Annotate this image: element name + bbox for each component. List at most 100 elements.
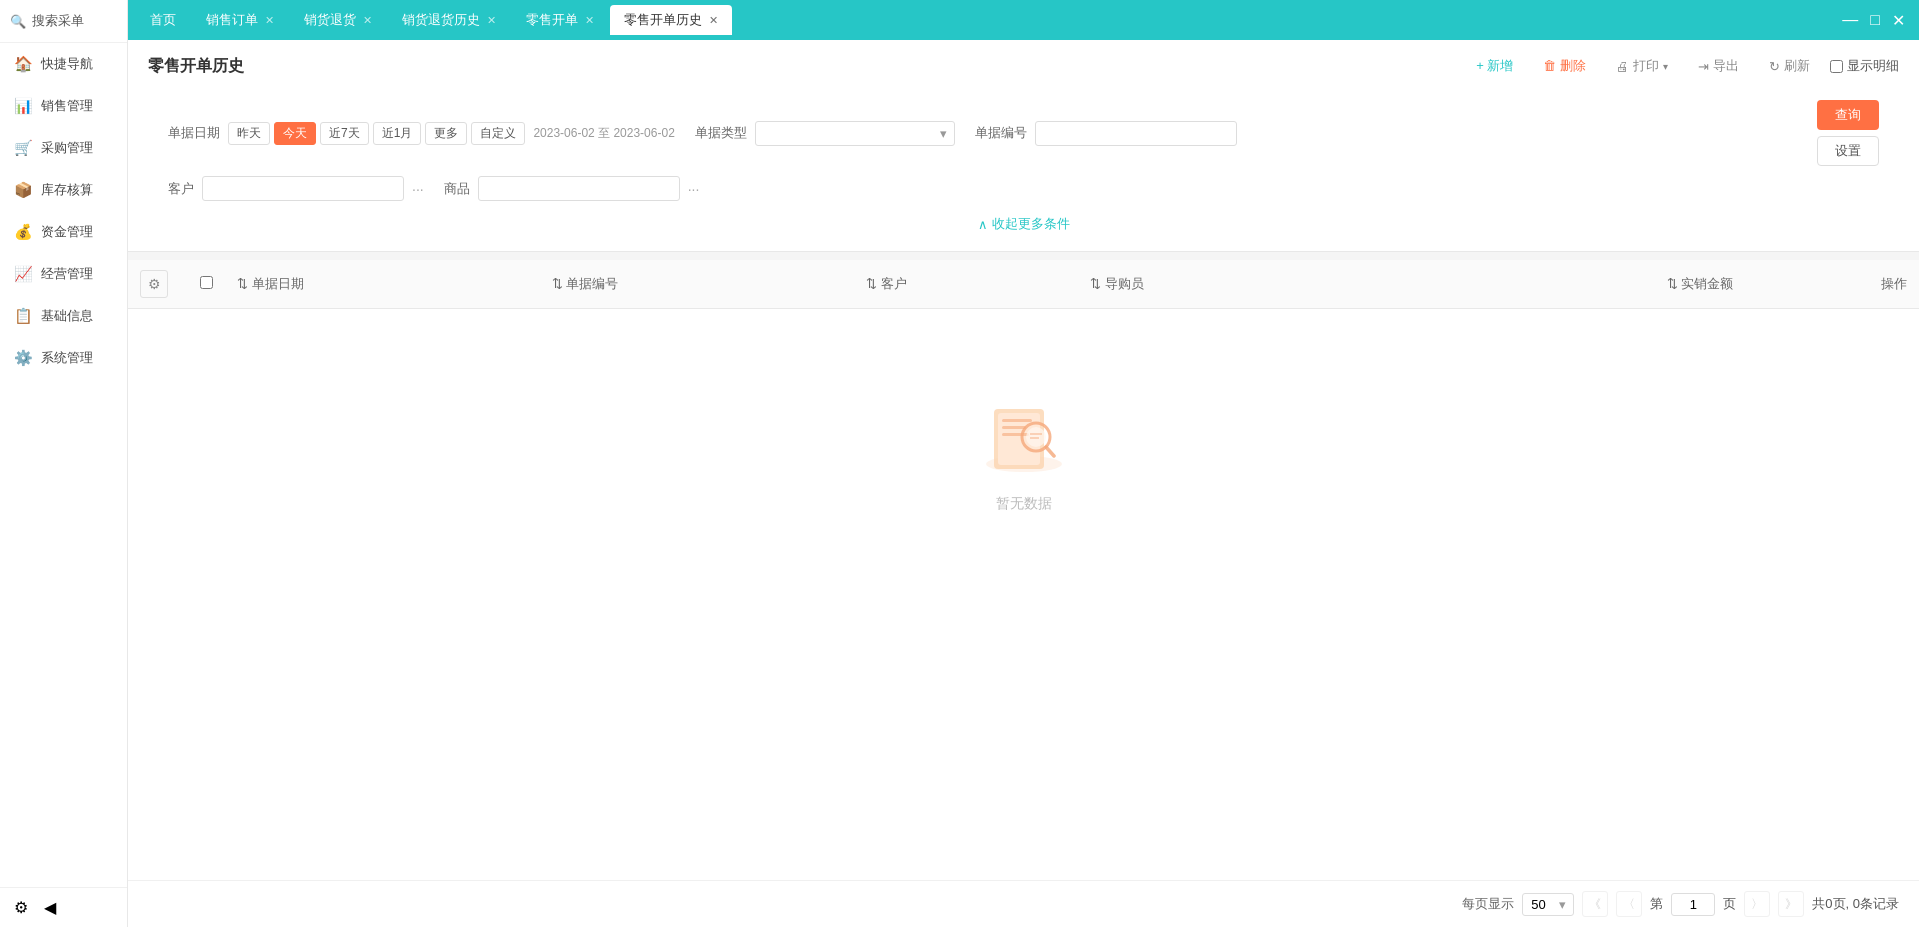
print-icon: 🖨: [1616, 59, 1629, 74]
customer-input[interactable]: [202, 176, 404, 201]
tab-label-retail-open: 零售开单: [526, 11, 578, 29]
sidebar-label-operations: 经营管理: [41, 265, 93, 283]
order-no-filter: 单据编号: [975, 121, 1237, 146]
close-button[interactable]: ✕: [1892, 11, 1905, 30]
table-settings-icon[interactable]: ⚙: [140, 270, 168, 298]
tab-close-sales-return-history[interactable]: ✕: [487, 14, 496, 27]
print-button[interactable]: 🖨 打印 ▾: [1606, 52, 1678, 80]
tab-sales-return[interactable]: 销货退货 ✕: [290, 5, 386, 35]
date-label: 单据日期: [168, 124, 220, 142]
th-no-label: ⇅ 单据编号: [552, 276, 619, 291]
tab-sales-order[interactable]: 销售订单✕: [192, 5, 288, 35]
tab-label-sales-return-history: 销货退货历史: [402, 11, 480, 29]
filters-panel: 单据日期 昨天 今天 近7天 近1月 更多 自定义 2023-06-02 至 2…: [148, 90, 1899, 251]
table-area: ⚙ ⇅ 单据日期 ⇅ 单据编号 ⇅ 客户: [128, 260, 1919, 880]
th-date-label: ⇅ 单据日期: [237, 276, 304, 291]
tab-close-retail-open[interactable]: ✕: [585, 14, 594, 27]
show-detail-checkbox[interactable]: [1830, 60, 1843, 73]
data-table: ⚙ ⇅ 单据日期 ⇅ 单据编号 ⇅ 客户: [128, 260, 1919, 309]
print-dropdown-icon: ▾: [1663, 61, 1668, 72]
sidebar-item-operations[interactable]: 📈 经营管理: [0, 253, 127, 295]
export-label: 导出: [1713, 57, 1739, 75]
goods-input[interactable]: [478, 176, 680, 201]
th-ops: 操作: [1745, 260, 1919, 309]
query-button[interactable]: 查询: [1817, 100, 1879, 130]
collapse-sidebar-icon[interactable]: ◀: [44, 898, 56, 917]
sidebar-item-basic-info[interactable]: 📋 基础信息: [0, 295, 127, 337]
order-type-select-wrapper: [755, 121, 955, 146]
page-label-before: 第: [1650, 895, 1663, 913]
print-label: 打印: [1633, 57, 1659, 75]
tab-close-retail-open-history[interactable]: ✕: [709, 14, 718, 27]
empty-state: 暂无数据: [128, 309, 1919, 593]
date-btn-today[interactable]: 今天: [274, 122, 316, 145]
sidebar-item-sales-mgmt[interactable]: 📊 销售管理: [0, 85, 127, 127]
date-btn-more[interactable]: 更多: [425, 122, 467, 145]
delete-button[interactable]: 🗑 删除: [1533, 52, 1596, 80]
show-detail-toggle[interactable]: 显示明细: [1830, 57, 1899, 75]
date-btn-last-month[interactable]: 近1月: [373, 122, 422, 145]
page-size-select[interactable]: 10 20 50 100: [1522, 893, 1574, 916]
tab-bar: 首页销售订单✕销货退货✕销货退货历史✕零售开单✕零售开单历史✕ — □ ✕: [128, 0, 1919, 40]
sidebar-label-inventory: 库存核算: [41, 181, 93, 199]
main-content: 首页销售订单✕销货退货✕销货退货历史✕零售开单✕零售开单历史✕ — □ ✕ 零售…: [128, 0, 1919, 927]
minimize-button[interactable]: —: [1842, 11, 1858, 29]
current-page-input[interactable]: [1671, 893, 1715, 916]
th-select-all-checkbox: [188, 260, 225, 309]
sidebar-item-inventory[interactable]: 📦 库存核算: [0, 169, 127, 211]
sidebar-label-finance: 资金管理: [41, 223, 93, 241]
sidebar-item-sys-mgmt[interactable]: ⚙️ 系统管理: [0, 337, 127, 379]
tab-close-sales-order[interactable]: ✕: [265, 14, 274, 27]
search-icon: 🔍: [10, 14, 26, 29]
svg-point-7: [1026, 427, 1046, 447]
date-btn-custom[interactable]: 自定义: [471, 122, 525, 145]
date-btn-yesterday[interactable]: 昨天: [228, 122, 270, 145]
order-no-input[interactable]: [1035, 121, 1237, 146]
th-ops-label: 操作: [1881, 276, 1907, 291]
total-info: 共0页, 0条记录: [1812, 895, 1899, 913]
settings-icon[interactable]: ⚙: [14, 898, 28, 917]
tab-close-sales-return[interactable]: ✕: [363, 14, 372, 27]
customer-filter: 客户 ···: [168, 176, 424, 201]
toolbar: + 新增 🗑 删除 🖨 打印 ▾ ⇥ 导出 ↻ 刷新: [1466, 52, 1899, 80]
goods-ellipsis-btn[interactable]: ···: [688, 181, 700, 197]
th-amount-label: ⇅ 实销金额: [1667, 276, 1734, 291]
refresh-label: 刷新: [1784, 57, 1810, 75]
maximize-button[interactable]: □: [1870, 11, 1880, 29]
sidebar-icon-sys-mgmt: ⚙️: [14, 349, 33, 367]
svg-rect-5: [1002, 433, 1029, 436]
sidebar-item-finance[interactable]: 💰 资金管理: [0, 211, 127, 253]
tab-label-home: 首页: [150, 11, 176, 29]
add-button[interactable]: + 新增: [1466, 52, 1523, 80]
order-type-label: 单据类型: [695, 124, 747, 142]
order-no-label: 单据编号: [975, 124, 1027, 142]
sidebar: 🔍 搜索采单 🏠 快捷导航 📊 销售管理 🛒 采购管理 📦 库存核算 💰 资金管…: [0, 0, 128, 927]
first-page-button[interactable]: 《: [1582, 891, 1608, 917]
filter-settings-button[interactable]: 设置: [1817, 136, 1879, 166]
prev-page-button[interactable]: 〈: [1616, 891, 1642, 917]
tab-label-sales-return: 销货退货: [304, 11, 356, 29]
date-btn-last7[interactable]: 近7天: [320, 122, 369, 145]
select-all-checkbox[interactable]: [200, 276, 213, 289]
next-page-button[interactable]: 〉: [1744, 891, 1770, 917]
th-date: ⇅ 单据日期: [225, 260, 540, 309]
query-settings-col: 查询 设置: [1817, 100, 1879, 166]
tab-retail-open[interactable]: 零售开单 ✕: [512, 5, 608, 35]
sidebar-item-purchase-mgmt[interactable]: 🛒 采购管理: [0, 127, 127, 169]
tab-home[interactable]: 首页: [136, 5, 190, 35]
date-filter: 单据日期 昨天 今天 近7天 近1月 更多 自定义 2023-06-02 至 2…: [168, 122, 675, 145]
tab-retail-open-history[interactable]: 零售开单历史✕: [610, 5, 732, 35]
sidebar-item-quick-nav[interactable]: 🏠 快捷导航: [0, 43, 127, 85]
collapse-btn[interactable]: ∧ 收起更多条件: [978, 215, 1070, 233]
export-button[interactable]: ⇥ 导出: [1688, 52, 1749, 80]
refresh-icon: ↻: [1769, 59, 1780, 74]
tab-sales-return-history[interactable]: 销货退货历史 ✕: [388, 5, 510, 35]
last-page-button[interactable]: 》: [1778, 891, 1804, 917]
customer-ellipsis-btn[interactable]: ···: [412, 181, 424, 197]
collapse-more-row: ∧ 收起更多条件: [168, 211, 1879, 241]
window-controls: — □ ✕: [1842, 11, 1911, 30]
refresh-button[interactable]: ↻ 刷新: [1759, 52, 1820, 80]
sidebar-search[interactable]: 🔍 搜索采单: [0, 0, 127, 43]
sidebar-label-basic-info: 基础信息: [41, 307, 93, 325]
order-type-select[interactable]: [755, 121, 955, 146]
